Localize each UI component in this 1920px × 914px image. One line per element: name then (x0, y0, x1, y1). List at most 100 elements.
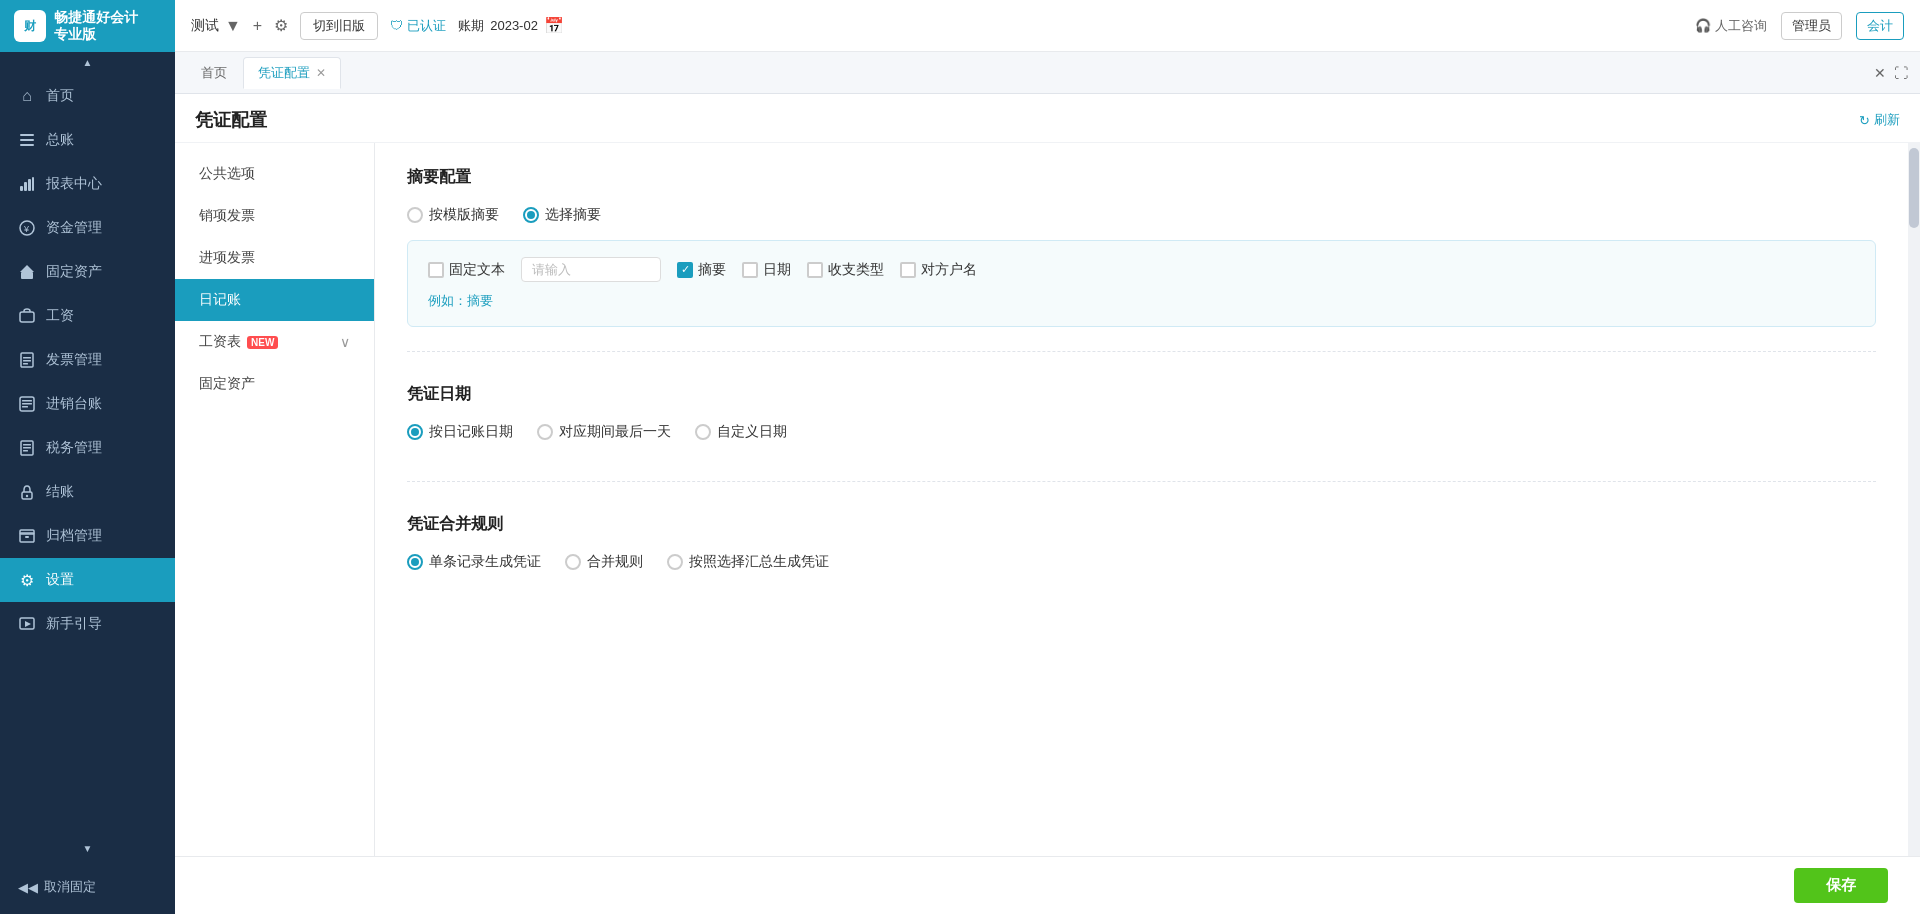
tab-close-btn[interactable]: ✕ (316, 66, 326, 80)
closing-icon (18, 483, 36, 501)
fixed-text-input[interactable] (521, 257, 661, 282)
sidebar: 财 畅捷通好会计 专业版 ▲ ⌂ 首页 总账 (0, 0, 175, 914)
summary-radio-template[interactable]: 按模版摘要 (407, 206, 499, 224)
sidebar-item-fund[interactable]: ¥ 资金管理 (0, 206, 175, 250)
right-scrollbar[interactable] (1908, 143, 1920, 856)
payroll-label: 工资表 (199, 333, 241, 351)
svg-rect-9 (21, 272, 33, 279)
summary-radio-select[interactable]: 选择摘要 (523, 206, 601, 224)
page-area: 凭证配置 ↻ 刷新 公共选项 销项发票 进项发票 日记账 工资表 NEW ∨ (175, 94, 1920, 914)
tab-home-label: 首页 (201, 64, 227, 82)
pay-type-checkbox (807, 262, 823, 278)
workspace-settings-btn[interactable]: ⚙ (274, 16, 288, 35)
ledger-icon (18, 131, 36, 149)
sidebar-item-home[interactable]: ⌂ 首页 (0, 74, 175, 118)
svg-rect-11 (20, 312, 34, 322)
radio-template-label: 按模版摘要 (429, 206, 499, 224)
merge-radio-by-select[interactable]: 按照选择汇总生成凭证 (667, 553, 829, 571)
checkbox-counterpart[interactable]: 对方户名 (900, 261, 977, 279)
svg-rect-19 (22, 406, 28, 408)
left-nav-public[interactable]: 公共选项 (175, 153, 374, 195)
date-radio-diary[interactable]: 按日记账日期 (407, 423, 513, 441)
tab-voucher-config[interactable]: 凭证配置 ✕ (243, 57, 341, 89)
svg-rect-15 (23, 363, 28, 365)
tab-home[interactable]: 首页 (187, 58, 241, 88)
radio-by-select-label: 按照选择汇总生成凭证 (689, 553, 829, 571)
page-header: 凭证配置 ↻ 刷新 (175, 94, 1920, 143)
sidebar-item-invoice[interactable]: 发票管理 (0, 338, 175, 382)
left-nav-sales-invoice[interactable]: 销项发票 (175, 195, 374, 237)
svg-rect-2 (20, 144, 34, 146)
sidebar-scroll-up[interactable]: ▲ (81, 56, 95, 70)
radio-single-circle (407, 554, 423, 570)
new-badge: NEW (247, 336, 278, 349)
left-nav-fixed-asset[interactable]: 固定资产 (175, 363, 374, 405)
role-btn[interactable]: 会计 (1856, 12, 1904, 40)
date-radio-last-day[interactable]: 对应期间最后一天 (537, 423, 671, 441)
summary-checkbox-label: 摘要 (698, 261, 726, 279)
sidebar-item-settings[interactable]: ⚙ 设置 (0, 558, 175, 602)
sidebar-item-sales[interactable]: 进销台账 (0, 382, 175, 426)
sidebar-item-tax[interactable]: 税务管理 (0, 426, 175, 470)
svg-rect-23 (23, 450, 28, 452)
footer-bar: 保存 (175, 856, 1920, 914)
left-nav-diary[interactable]: 日记账 (175, 279, 374, 321)
date-radio-custom[interactable]: 自定义日期 (695, 423, 787, 441)
checkbox-summary[interactable]: 摘要 (677, 261, 726, 279)
radio-last-day-label: 对应期间最后一天 (559, 423, 671, 441)
checkbox-fixed-text[interactable]: 固定文本 (428, 261, 505, 279)
logo-icon: 财 (14, 10, 46, 42)
radio-diary-circle (407, 424, 423, 440)
archive-icon (18, 527, 36, 545)
close-page-btn[interactable]: ✕ (1874, 65, 1886, 81)
support-btn[interactable]: 🎧 人工咨询 (1695, 17, 1767, 35)
refresh-btn[interactable]: ↻ 刷新 (1859, 111, 1900, 129)
sidebar-item-archive[interactable]: 归档管理 (0, 514, 175, 558)
left-nav-payroll[interactable]: 工资表 NEW ∨ (175, 321, 374, 363)
left-nav-purchase-invoice[interactable]: 进项发票 (175, 237, 374, 279)
sidebar-item-closing[interactable]: 结账 (0, 470, 175, 514)
section-merge: 凭证合并规则 单条记录生成凭证 合并规则 (407, 514, 1876, 611)
checkbox-date[interactable]: 日期 (742, 261, 791, 279)
workspace-dropdown-btn[interactable]: ▼ (225, 17, 241, 35)
cancel-fixed-btn[interactable]: ◀◀ 取消固定 (14, 870, 161, 904)
sidebar-item-ledger[interactable]: 总账 (0, 118, 175, 162)
fund-icon: ¥ (18, 219, 36, 237)
calendar-btn[interactable]: 📅 (544, 16, 564, 35)
sidebar-scroll-down[interactable]: ▼ (81, 842, 95, 856)
svg-marker-30 (25, 621, 31, 627)
summary-config-row: 固定文本 摘要 日期 (428, 257, 1855, 282)
sidebar-item-salary[interactable]: 工资 (0, 294, 175, 338)
sidebar-item-label: 进销台账 (46, 395, 102, 413)
summary-radio-group: 按模版摘要 选择摘要 (407, 206, 1876, 224)
svg-rect-14 (23, 360, 31, 362)
date-section-title: 凭证日期 (407, 384, 1876, 405)
svg-rect-28 (25, 536, 29, 538)
svg-rect-27 (20, 530, 34, 534)
sidebar-item-label: 归档管理 (46, 527, 102, 545)
left-nav: 公共选项 销项发票 进项发票 日记账 工资表 NEW ∨ 固定资产 (175, 143, 375, 856)
radio-select-label: 选择摘要 (545, 206, 601, 224)
sidebar-item-guide[interactable]: 新手引导 (0, 602, 175, 646)
sidebar-item-report[interactable]: 报表中心 (0, 162, 175, 206)
refresh-icon: ↻ (1859, 113, 1870, 128)
svg-rect-6 (32, 177, 34, 191)
checkbox-pay-type[interactable]: 收支类型 (807, 261, 884, 279)
scroll-thumb[interactable] (1909, 148, 1919, 228)
page-title: 凭证配置 (195, 108, 267, 132)
tab-bar: 首页 凭证配置 ✕ ✕ ⛶ (175, 52, 1920, 94)
merge-radio-rule[interactable]: 合并规则 (565, 553, 643, 571)
save-button[interactable]: 保存 (1794, 868, 1888, 903)
radio-by-select-circle (667, 554, 683, 570)
sidebar-item-asset[interactable]: 固定资产 (0, 250, 175, 294)
merge-radio-single[interactable]: 单条记录生成凭证 (407, 553, 541, 571)
verified-badge: 🛡 已认证 (390, 17, 446, 35)
user-btn[interactable]: 管理员 (1781, 12, 1842, 40)
support-icon: 🎧 (1695, 18, 1711, 33)
add-workspace-btn[interactable]: + (253, 17, 262, 35)
fixed-text-checkbox (428, 262, 444, 278)
fullscreen-btn[interactable]: ⛶ (1894, 65, 1908, 81)
radio-rule-circle (565, 554, 581, 570)
radio-custom-circle (695, 424, 711, 440)
switch-old-version-btn[interactable]: 切到旧版 (300, 12, 378, 40)
